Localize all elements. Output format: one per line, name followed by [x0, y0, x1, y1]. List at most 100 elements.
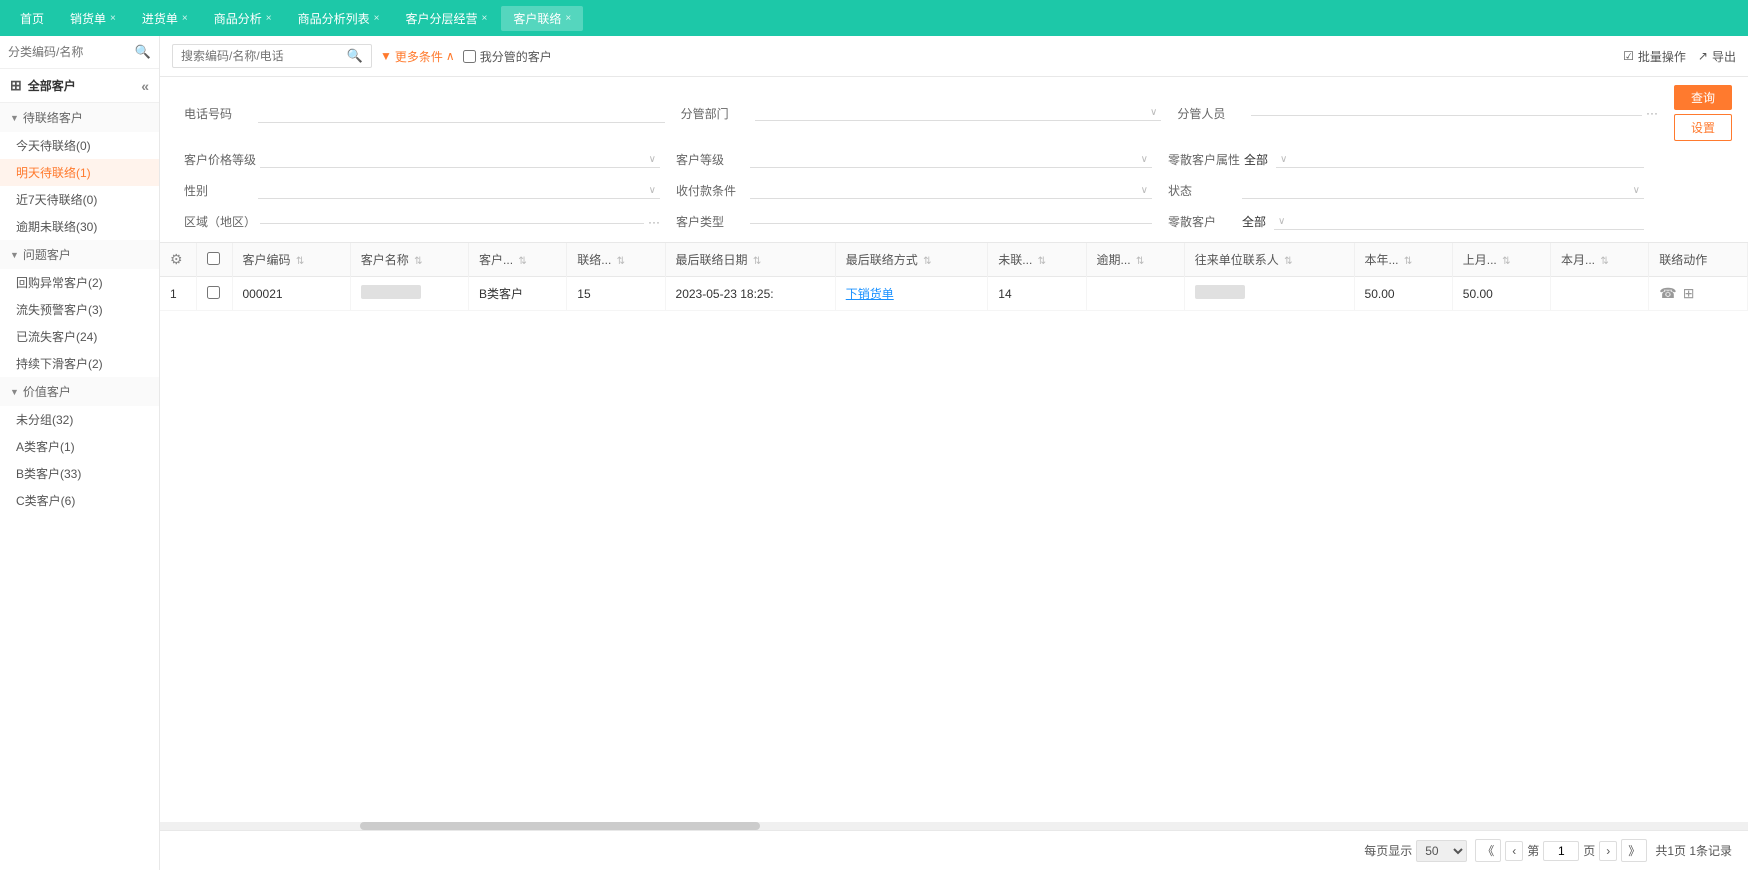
scrollbar-thumb[interactable]	[360, 822, 760, 830]
page-number-input[interactable]	[1543, 841, 1579, 861]
sort-no-contact-days-icon[interactable]: ⇅	[1038, 256, 1046, 267]
sort-unit-contact-icon[interactable]: ⇅	[1284, 256, 1292, 267]
sort-customer-name-icon[interactable]: ⇅	[414, 256, 422, 267]
th-last-contact-date: 最后联络日期 ⇅	[665, 243, 835, 277]
row-action-phone-icon[interactable]: ☎	[1659, 285, 1676, 302]
last-page-button[interactable]: 》	[1621, 839, 1647, 862]
retail-customer-down-arrow-icon: ∨	[1278, 216, 1285, 227]
filter-region-label: 区域（地区）	[184, 213, 256, 230]
setting-button[interactable]: 设置	[1674, 114, 1732, 141]
filter-manager-more[interactable]: ···	[1646, 106, 1658, 120]
sidebar-item-churn-warning[interactable]: 流失预警客户(3)	[0, 296, 159, 323]
filter-region-more[interactable]: ···	[648, 215, 660, 229]
export-button[interactable]: ↗ 导出	[1698, 48, 1736, 65]
status-down-arrow-icon: ∨	[1633, 185, 1640, 196]
close-customer-contact-icon[interactable]: ×	[565, 13, 571, 24]
sidebar-section-value: ▼ 价值客户	[0, 377, 159, 406]
row-checkbox[interactable]	[207, 286, 220, 299]
filter-customer-type-select[interactable]	[750, 219, 1152, 224]
prev-page-button[interactable]: ‹	[1505, 841, 1523, 861]
filter-cell-retail-customer: 零散客户 全部 ∨	[1160, 209, 1652, 234]
sidebar-item-churned[interactable]: 已流失客户(24)	[0, 323, 159, 350]
batch-operation-button[interactable]: ☑ 批量操作	[1623, 48, 1686, 65]
close-sales-order-icon[interactable]: ×	[110, 13, 116, 24]
filter-retail-customer-select[interactable]: ∨	[1274, 214, 1644, 230]
filter-dept-select[interactable]: ∨	[755, 105, 1162, 121]
sidebar-search-icon[interactable]: 🔍	[135, 44, 151, 60]
sort-customer-type-icon[interactable]: ⇅	[518, 256, 526, 267]
main-search-input[interactable]	[181, 49, 347, 63]
sort-last-contact-date-icon[interactable]: ⇅	[753, 256, 761, 267]
filter-manager-select[interactable]	[1251, 111, 1642, 116]
sort-customer-code-icon[interactable]: ⇅	[296, 256, 304, 267]
filter-value-level-select[interactable]: ∨	[260, 152, 660, 168]
main-search-icon[interactable]: 🔍	[347, 48, 363, 64]
sidebar-item-repurchase-abnormal[interactable]: 回购异常客户(2)	[0, 269, 159, 296]
nav-customer-contact[interactable]: 客户联络 ×	[501, 6, 583, 31]
nav-customer-tiered[interactable]: 客户分层经营 ×	[393, 6, 499, 31]
sort-last-contact-method-icon[interactable]: ⇅	[923, 256, 931, 267]
horizontal-scrollbar[interactable]	[160, 822, 1748, 830]
per-page-select[interactable]: 50 100 200	[1416, 840, 1467, 862]
more-conditions-button[interactable]: ▼ 更多条件 ∧	[380, 48, 455, 65]
table-settings-icon[interactable]: ⚙	[170, 251, 183, 267]
nav-product-analysis-list[interactable]: 商品分析列表 ×	[286, 6, 392, 31]
td-customer-name	[350, 277, 468, 311]
filter-retail-attr-select[interactable]: ∨	[1276, 152, 1644, 168]
row-action-grid-icon[interactable]: ⊞	[1683, 285, 1695, 302]
close-customer-tiered-icon[interactable]: ×	[481, 13, 487, 24]
my-customers-checkbox-container[interactable]: 我分管的客户	[463, 48, 552, 65]
sort-current-year-icon[interactable]: ⇅	[1404, 256, 1412, 267]
th-customer-name: 客户名称 ⇅	[350, 243, 468, 277]
filter-status-select[interactable]: ∨	[1242, 183, 1644, 199]
first-page-button[interactable]: 《	[1475, 839, 1501, 862]
sort-last-month-icon[interactable]: ⇅	[1502, 256, 1510, 267]
sort-overdue-icon[interactable]: ⇅	[1136, 256, 1144, 267]
th-unit-contact: 往来单位联系人 ⇅	[1184, 243, 1354, 277]
next-page-button[interactable]: ›	[1599, 841, 1617, 861]
sidebar-item-declining[interactable]: 持续下滑客户(2)	[0, 350, 159, 377]
sidebar-item-ungrouped[interactable]: 未分组(32)	[0, 406, 159, 433]
close-product-analysis-icon[interactable]: ×	[266, 13, 272, 24]
collapse-icon[interactable]: «	[141, 78, 149, 94]
filter-gender-label: 性别	[184, 182, 254, 199]
filter-gender-select[interactable]: ∨	[258, 183, 660, 199]
sidebar-search-container: 🔍	[0, 36, 159, 69]
td-row-checkbox	[196, 277, 232, 311]
value-level-down-arrow-icon: ∨	[649, 154, 656, 165]
query-button[interactable]: 查询	[1674, 85, 1732, 110]
close-purchase-order-icon[interactable]: ×	[182, 13, 188, 24]
th-last-contact-method: 最后联络方式 ⇅	[835, 243, 988, 277]
sidebar-search-input[interactable]	[8, 45, 135, 59]
nav-home[interactable]: 首页	[8, 6, 56, 31]
td-customer-code: 000021	[232, 277, 350, 311]
sidebar-item-7days-contact[interactable]: 近7天待联络(0)	[0, 186, 159, 213]
main-search-box[interactable]: 🔍	[172, 44, 372, 68]
filter-customer-level-select[interactable]: ∨	[750, 152, 1152, 168]
sort-contact-count-icon[interactable]: ⇅	[617, 256, 625, 267]
nav-sales-order[interactable]: 销货单 ×	[58, 6, 128, 31]
sort-current-month-icon[interactable]: ⇅	[1600, 256, 1608, 267]
sidebar-item-class-a[interactable]: A类客户(1)	[0, 433, 159, 460]
filter-phone-input[interactable]	[258, 104, 665, 123]
nav-purchase-order[interactable]: 进货单 ×	[130, 6, 200, 31]
nav-product-analysis[interactable]: 商品分析 ×	[202, 6, 284, 31]
last-contact-method-link[interactable]: 下销货单	[846, 287, 894, 301]
th-customer-code: 客户编码 ⇅	[232, 243, 350, 277]
filter-region-select[interactable]	[260, 219, 644, 224]
sidebar-item-class-c[interactable]: C类客户(6)	[0, 487, 159, 514]
sidebar-all-customers[interactable]: ⊞ 全部客户 «	[0, 69, 159, 103]
filter-cell-customer-type: 客户类型	[668, 209, 1160, 234]
sidebar-item-tomorrow-contact[interactable]: 明天待联络(1)	[0, 159, 159, 186]
select-all-checkbox[interactable]	[207, 252, 220, 265]
section-arrow-value: ▼	[10, 387, 19, 397]
my-customers-checkbox[interactable]	[463, 50, 476, 63]
customer-level-down-arrow-icon: ∨	[1141, 154, 1148, 165]
sidebar-item-overdue-contact[interactable]: 逾期未联络(30)	[0, 213, 159, 240]
th-actions: 联络动作	[1649, 243, 1748, 277]
close-product-analysis-list-icon[interactable]: ×	[374, 13, 380, 24]
sidebar-item-today-contact[interactable]: 今天待联络(0)	[0, 132, 159, 159]
filter-payment-select[interactable]: ∨	[750, 183, 1152, 199]
td-overdue	[1086, 277, 1184, 311]
sidebar-item-class-b[interactable]: B类客户(33)	[0, 460, 159, 487]
